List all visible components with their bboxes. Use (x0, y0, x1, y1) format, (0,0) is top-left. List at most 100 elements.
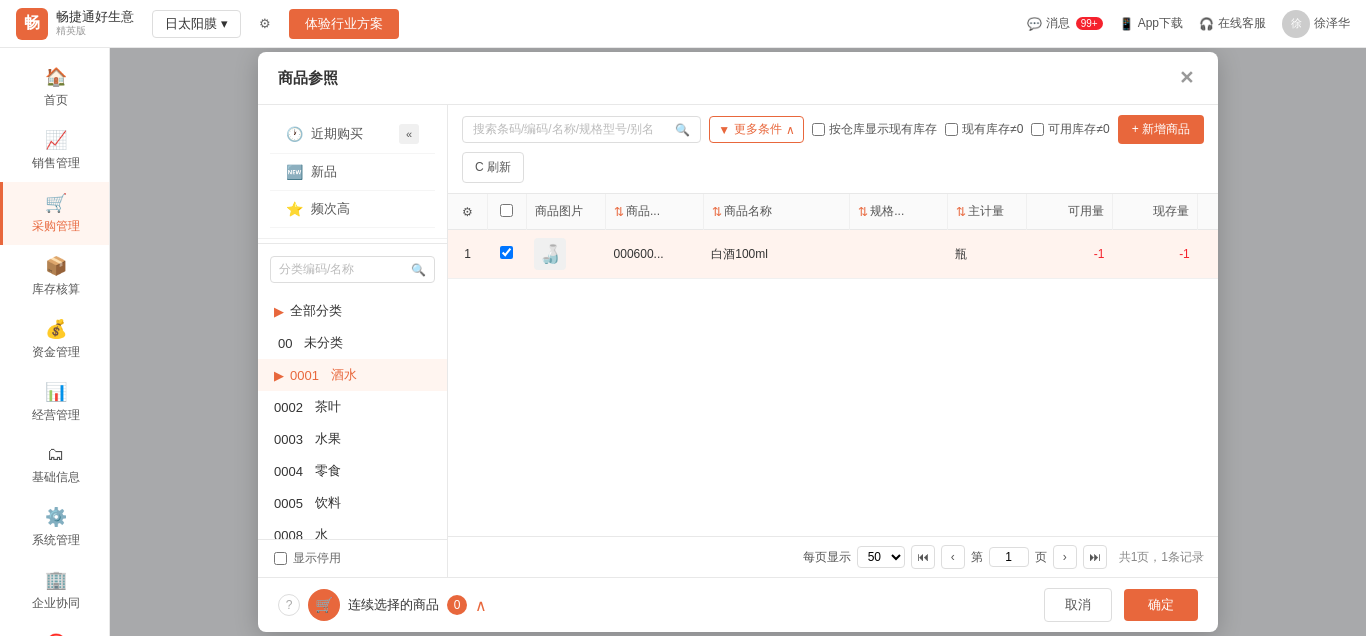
sort-icon-spec: ⇅ (858, 205, 868, 219)
row-checkbox[interactable] (500, 246, 513, 259)
collapse-footer-icon[interactable]: ∧ (475, 596, 487, 615)
th-product-code[interactable]: ⇅ 商品... (606, 194, 704, 230)
content-area: 商品参照 ✕ 🕐 近期购买 « (110, 48, 1366, 636)
sales-icon: 📈 (45, 129, 67, 151)
td-product-thumb: 🍶 (526, 230, 605, 279)
table-header-row: ⚙ 商品图片 (448, 194, 1218, 230)
checkbox-current-stock[interactable]: 现有库存≠0 (945, 121, 1023, 138)
arrow-icon-0001: ▶ (274, 368, 284, 383)
th-unit[interactable]: ⇅ 主计量 (947, 194, 1026, 230)
home-icon: 🏠 (45, 66, 67, 88)
first-page-button[interactable]: ⏮ (911, 545, 935, 569)
th-product-name[interactable]: ⇅ 商品名称 (703, 194, 850, 230)
product-search-icon[interactable]: 🔍 (675, 123, 690, 137)
nav-right: 💬 消息 99+ 📱 App下载 🎧 在线客服 徐 徐泽华 (1027, 10, 1350, 38)
product-table: ⚙ 商品图片 (448, 194, 1218, 279)
current-stock-checkbox[interactable] (945, 123, 958, 136)
sidebar-item-sales[interactable]: 📈 销售管理 (0, 119, 109, 182)
page-number-input[interactable] (989, 547, 1029, 567)
th-settings: ⚙ (448, 194, 487, 230)
sidebar-item-finance[interactable]: 💰 资金管理 (0, 308, 109, 371)
sidebar-item-operation[interactable]: 📊 经营管理 (0, 371, 109, 434)
finance-icon: 💰 (45, 318, 67, 340)
warehouse-stock-checkbox[interactable] (812, 123, 825, 136)
help-icon[interactable]: ? (278, 594, 300, 616)
next-page-button[interactable]: › (1053, 545, 1077, 569)
category-0008[interactable]: 0008 水 (258, 519, 447, 539)
modal-overlay: 商品参照 ✕ 🕐 近期购买 « (110, 48, 1366, 636)
select-all-checkbox[interactable] (500, 204, 513, 217)
sidebar-item-purchase[interactable]: 🛒 采购管理 (0, 182, 109, 245)
enterprise-icon: 🏢 (45, 569, 67, 591)
sidebar-item-home[interactable]: 🏠 首页 (0, 56, 109, 119)
top-nav: 畅 畅捷通好生意 精英版 日太阳膜 ▾ ⚙ 体验行业方案 💬 消息 99+ 📱 … (0, 0, 1366, 48)
checkbox-warehouse-stock[interactable]: 按仓库显示现有库存 (812, 121, 937, 138)
category-0003[interactable]: 0003 水果 (258, 423, 447, 455)
modal-title: 商品参照 (278, 69, 338, 88)
sort-icon-unit: ⇅ (956, 205, 966, 219)
left-panel: 🕐 近期购买 « 🆕 新品 ⭐ 频次高 (258, 105, 448, 577)
th-product-image: 商品图片 (526, 194, 605, 230)
cta-button[interactable]: 体验行业方案 (289, 9, 399, 39)
th-scroll (1198, 194, 1218, 230)
cart-count-badge: 0 (447, 595, 467, 615)
nav-customer-service[interactable]: 🎧 在线客服 (1199, 15, 1266, 32)
category-0002[interactable]: 0002 茶叶 (258, 391, 447, 423)
refresh-button[interactable]: C 刷新 (462, 152, 524, 183)
chevron-up-icon: ∧ (786, 123, 795, 137)
nav-item-frequent[interactable]: ⭐ 频次高 (270, 191, 435, 228)
td-stock: -1 (1112, 230, 1197, 279)
nav-item-recent[interactable]: 🕐 近期购买 « (270, 115, 435, 154)
left-panel-nav: 🕐 近期购买 « 🆕 新品 ⭐ 频次高 (270, 115, 435, 228)
category-0001[interactable]: ▶ 0001 酒水 (258, 359, 447, 391)
filter-icon: ▼ (718, 123, 730, 137)
show-disabled-checkbox[interactable] (274, 552, 287, 565)
modal-close-button[interactable]: ✕ (1174, 66, 1198, 90)
message-badge: 99+ (1076, 17, 1103, 30)
column-settings-icon[interactable]: ⚙ (462, 205, 473, 219)
td-checkbox (487, 230, 526, 279)
settings-icon[interactable]: ⚙ (249, 8, 281, 40)
category-00[interactable]: 00 未分类 (258, 327, 447, 359)
modal-body: 🕐 近期购买 « 🆕 新品 ⭐ 频次高 (258, 105, 1218, 577)
sidebar-item-inventory[interactable]: 📦 库存核算 (0, 245, 109, 308)
checkbox-available-stock[interactable]: 可用库存≠0 (1031, 121, 1109, 138)
category-0004[interactable]: 0004 零食 (258, 455, 447, 487)
prev-page-button[interactable]: ‹ (941, 545, 965, 569)
nav-user[interactable]: 徐 徐泽华 (1282, 10, 1350, 38)
nav-message[interactable]: 💬 消息 99+ (1027, 15, 1103, 32)
sidebar-item-enterprise[interactable]: 🏢 企业协同 (0, 559, 109, 622)
nav-app-download[interactable]: 📱 App下载 (1119, 15, 1183, 32)
td-unit: 瓶 (947, 230, 1026, 279)
chevron-down-icon: ▾ (221, 16, 228, 31)
system-icon: ⚙️ (45, 506, 67, 528)
show-disabled-area: 显示停用 (258, 539, 447, 577)
td-spec (850, 230, 948, 279)
table-row[interactable]: 1 🍶 (448, 230, 1218, 279)
available-stock-checkbox[interactable] (1031, 123, 1044, 136)
category-all[interactable]: ▶ 全部分类 (258, 295, 447, 327)
confirm-button[interactable]: 确定 (1124, 589, 1198, 621)
store-selector[interactable]: 日太阳膜 ▾ (152, 10, 241, 38)
sidebar-item-basic-info[interactable]: 🗂 基础信息 (0, 434, 109, 496)
product-table-wrap: ⚙ 商品图片 (448, 194, 1218, 536)
td-available: -1 (1027, 230, 1112, 279)
last-page-button[interactable]: ⏭ (1083, 545, 1107, 569)
search-icon[interactable]: 🔍 (411, 263, 426, 277)
left-panel-top: 🕐 近期购买 « 🆕 新品 ⭐ 频次高 (258, 105, 447, 239)
td-code: 000600... (606, 230, 704, 279)
category-0005[interactable]: 0005 饮料 (258, 487, 447, 519)
logo-area: 畅 畅捷通好生意 精英版 (16, 8, 136, 40)
more-conditions-button[interactable]: ▼ 更多条件 ∧ (709, 116, 804, 143)
add-product-button[interactable]: + 新增商品 (1118, 115, 1204, 144)
sidebar-item-guide[interactable]: 🎯 新手引导 (0, 622, 109, 636)
sidebar-item-system[interactable]: ⚙️ 系统管理 (0, 496, 109, 559)
per-page-select[interactable]: 50 (857, 546, 905, 568)
collapse-button[interactable]: « (399, 124, 419, 144)
th-spec[interactable]: ⇅ 规格... (850, 194, 948, 230)
search-placeholder: 分类编码/名称 (279, 261, 411, 278)
nav-item-new[interactable]: 🆕 新品 (270, 154, 435, 191)
cart-area: ? 🛒 连续选择的商品 0 ∧ (278, 589, 1032, 621)
td-name: 白酒100ml (703, 230, 850, 279)
cancel-button[interactable]: 取消 (1044, 588, 1112, 622)
